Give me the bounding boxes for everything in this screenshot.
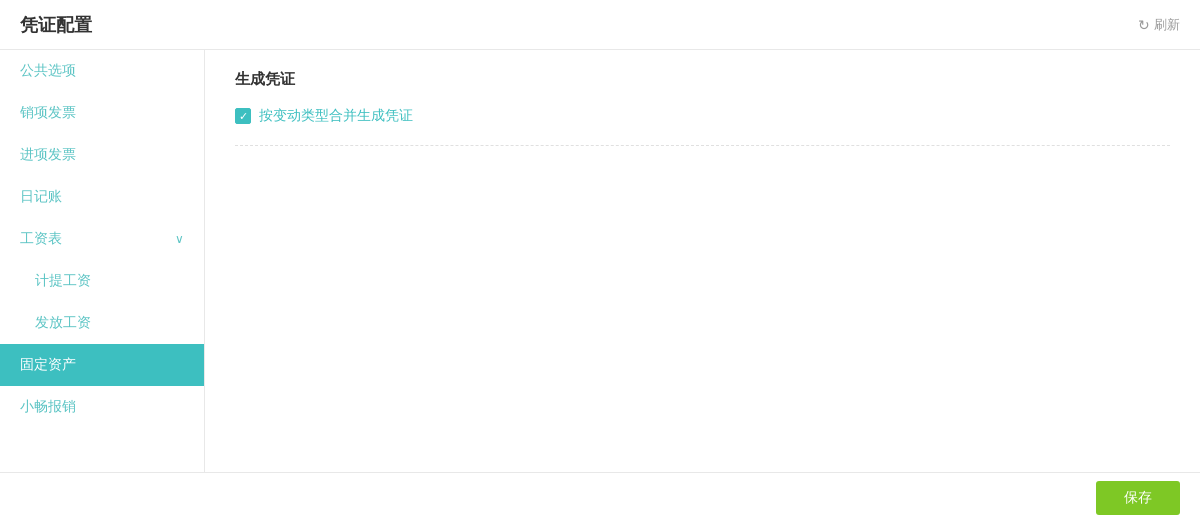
refresh-label: 刷新: [1154, 16, 1180, 34]
page-footer: 保存: [0, 472, 1200, 522]
sidebar-item-sales-invoice[interactable]: 销项发票: [0, 92, 204, 134]
main-content: 生成凭证 按变动类型合并生成凭证: [205, 50, 1200, 472]
sidebar-item-label: 日记账: [20, 188, 62, 206]
merge-checkbox[interactable]: [235, 108, 251, 124]
chevron-down-icon: ∨: [175, 232, 184, 246]
sidebar-item-journal[interactable]: 日记账: [0, 176, 204, 218]
sidebar-item-distribute-salary[interactable]: 发放工资: [0, 302, 204, 344]
sidebar-item-label: 固定资产: [20, 356, 76, 374]
sidebar-item-payroll-table[interactable]: 工资表 ∨: [0, 218, 204, 260]
sidebar-item-label: 发放工资: [35, 314, 91, 332]
sidebar-item-label: 工资表: [20, 230, 62, 248]
sidebar-item-expense-report[interactable]: 小畅报销: [0, 386, 204, 428]
sidebar-item-label: 公共选项: [20, 62, 76, 80]
sidebar-item-label: 销项发票: [20, 104, 76, 122]
sidebar-item-calculate-salary[interactable]: 计提工资: [0, 260, 204, 302]
checkbox-row: 按变动类型合并生成凭证: [235, 107, 1170, 125]
sidebar-item-label: 进项发票: [20, 146, 76, 164]
page-wrapper: 凭证配置 ↻ 刷新 公共选项销项发票进项发票日记账工资表 ∨ 计提工资发放工资固定资…: [0, 0, 1200, 522]
sidebar: 公共选项销项发票进项发票日记账工资表 ∨ 计提工资发放工资固定资产小畅报销: [0, 50, 205, 472]
page-body: 公共选项销项发票进项发票日记账工资表 ∨ 计提工资发放工资固定资产小畅报销 生成凭证…: [0, 50, 1200, 472]
page-header: 凭证配置 ↻ 刷新: [0, 0, 1200, 50]
divider: [235, 145, 1170, 146]
sidebar-item-purchase-invoice[interactable]: 进项发票: [0, 134, 204, 176]
merge-checkbox-label: 按变动类型合并生成凭证: [259, 107, 413, 125]
section-title: 生成凭证: [235, 70, 1170, 89]
sidebar-item-public-options[interactable]: 公共选项: [0, 50, 204, 92]
sidebar-item-fixed-assets[interactable]: 固定资产: [0, 344, 204, 386]
page-title: 凭证配置: [20, 13, 92, 37]
save-button[interactable]: 保存: [1096, 481, 1180, 515]
sidebar-item-label: 计提工资: [35, 272, 91, 290]
refresh-button[interactable]: ↻ 刷新: [1138, 16, 1180, 34]
refresh-icon: ↻: [1138, 17, 1150, 33]
sidebar-item-label: 小畅报销: [20, 398, 76, 416]
